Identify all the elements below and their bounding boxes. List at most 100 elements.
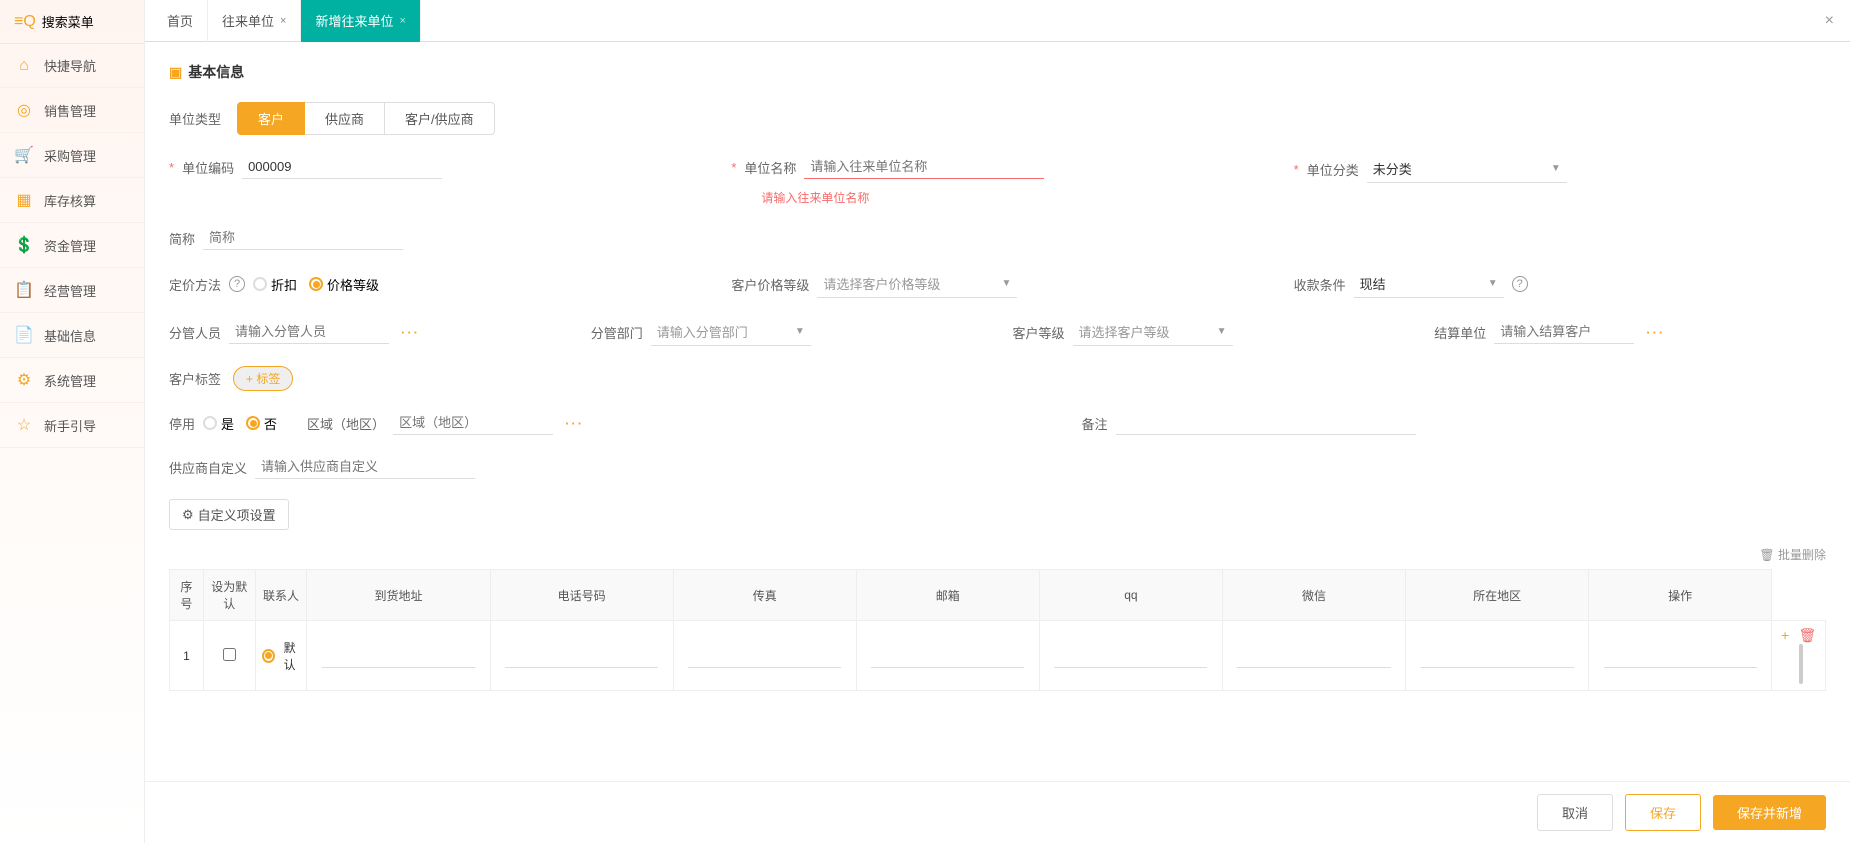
tab-partner-list-close[interactable]: × (280, 15, 286, 27)
region-input[interactable] (393, 411, 553, 435)
settle-unit-input[interactable] (1494, 320, 1634, 344)
cell-wechat[interactable] (1406, 621, 1589, 691)
pricing-method-help[interactable]: ? (229, 276, 245, 292)
cell-checkbox[interactable] (203, 621, 255, 691)
tab-partner-new-label: 新增往来单位 (315, 11, 393, 30)
tab-home[interactable]: 首页 (153, 0, 208, 42)
unit-name-input[interactable] (804, 155, 1044, 179)
unit-name-label: 单位名称 (744, 158, 796, 177)
radio-discount[interactable]: 折扣 (253, 275, 297, 294)
unit-category-select[interactable]: 未分类 ▼ (1367, 155, 1567, 183)
sidebar-item-label: 快捷导航 (44, 56, 96, 75)
dept-label: 分管部门 (591, 323, 643, 342)
cell-email[interactable] (1039, 621, 1222, 691)
cell-phone[interactable] (673, 621, 856, 691)
type-btn-customer[interactable]: 客户 (237, 102, 305, 135)
sidebar-item-label: 新手引导 (44, 416, 96, 435)
pricing-method-label: 定价方法 (169, 275, 221, 294)
tab-partner-list[interactable]: 往来单位 × (208, 0, 301, 42)
gear-icon-sm: ⚙ (182, 507, 194, 523)
address-input[interactable] (505, 644, 658, 668)
default-radio-circle (262, 649, 275, 663)
customer-level-select[interactable]: 请选择客户等级 ▼ (1073, 318, 1233, 346)
cell-qq[interactable] (1222, 621, 1405, 691)
cancel-button[interactable]: 取消 (1537, 794, 1613, 831)
cell-default: 默认 (255, 621, 307, 691)
region-dots[interactable]: ··· (561, 414, 588, 433)
col-region: 所在地区 (1406, 570, 1589, 621)
row-drag-handle[interactable] (1799, 644, 1803, 684)
contact-input[interactable] (322, 644, 475, 668)
sidebar-item-purchase-mgmt[interactable]: 🛒 采购管理 (0, 133, 144, 178)
email-input[interactable] (1054, 644, 1207, 668)
settle-unit-dots[interactable]: ··· (1642, 323, 1669, 342)
unit-code-input[interactable] (242, 155, 442, 179)
cell-contact[interactable] (307, 621, 490, 691)
tab-partner-new[interactable]: 新增往来单位 × (301, 0, 420, 42)
tab-partner-new-close[interactable]: × (399, 15, 405, 27)
cell-fax[interactable] (856, 621, 1039, 691)
customer-level-label: 客户等级 (1013, 323, 1065, 342)
sidebar: ≡Q 搜索菜单 ⌂ 快捷导航 ◎ 销售管理 🛒 采购管理 ▦ 库存核算 💲 资金… (0, 0, 145, 843)
region-table-input[interactable] (1604, 644, 1757, 668)
qq-input[interactable] (1237, 644, 1390, 668)
section-title-label: 基本信息 (188, 62, 244, 82)
dept-arrow: ▼ (795, 326, 805, 337)
section-icon: ▣ (169, 64, 182, 81)
sidebar-item-finance[interactable]: 💲 资金管理 (0, 223, 144, 268)
sidebar-item-label: 库存核算 (44, 191, 96, 210)
sidebar-search[interactable]: ≡Q 搜索菜单 (0, 0, 144, 44)
row-add-btn[interactable]: + (1781, 627, 1789, 643)
window-close-button[interactable]: × (1817, 8, 1842, 34)
sidebar-item-inventory[interactable]: ▦ 库存核算 (0, 178, 144, 223)
sidebar-item-quick-nav[interactable]: ⌂ 快捷导航 (0, 44, 144, 88)
save-button[interactable]: 保存 (1625, 794, 1701, 831)
type-btn-supplier[interactable]: 供应商 (305, 102, 385, 135)
cell-address[interactable] (490, 621, 673, 691)
type-btn-both[interactable]: 客户/供应商 (385, 102, 495, 135)
radio-price-level-circle (309, 277, 323, 291)
payment-terms-label: 收款条件 (1294, 275, 1346, 294)
table-header: 序号 设为默认 联系人 到货地址 电话号码 传真 邮箱 qq 微信 所在地区 操… (170, 570, 1826, 621)
short-name-input[interactable] (203, 226, 403, 250)
info-icon: 📄 (14, 325, 34, 345)
batch-delete-btn[interactable]: 🗑 批量删除 (1759, 548, 1826, 562)
bag-icon: 🛒 (14, 145, 34, 165)
customer-price-level-select[interactable]: 请选择客户价格等级 ▼ (817, 270, 1017, 298)
supplier-custom-input[interactable] (255, 455, 475, 479)
phone-input[interactable] (688, 644, 841, 668)
radio-disabled-yes[interactable]: 是 (203, 414, 234, 433)
tab-partner-list-label: 往来单位 (222, 11, 274, 30)
sidebar-item-newbie[interactable]: ☆ 新手引导 (0, 403, 144, 448)
dept-select[interactable]: 请输入分管部门 ▼ (651, 318, 811, 346)
radio-disabled-yes-circle (203, 416, 217, 430)
manager-input[interactable] (229, 320, 389, 344)
unit-name-error: 请输入往来单位名称 (731, 189, 869, 206)
row-checkbox[interactable] (223, 648, 236, 661)
sidebar-item-sys-mgmt[interactable]: ⚙ 系统管理 (0, 358, 144, 403)
sidebar-item-base-info[interactable]: 📄 基础信息 (0, 313, 144, 358)
payment-terms-help[interactable]: ? (1512, 276, 1528, 292)
save-new-button[interactable]: 保存并新增 (1713, 795, 1826, 830)
sidebar-item-ops-mgmt[interactable]: 📋 经营管理 (0, 268, 144, 313)
row-del-btn[interactable]: 🗑 (1798, 627, 1816, 643)
radio-price-level[interactable]: 价格等级 (309, 275, 379, 294)
form-content: ▣ 基本信息 单位类型 客户 供应商 客户/供应商 * 单位编码 (145, 42, 1850, 781)
cell-no: 1 (170, 621, 204, 691)
cell-actions: + 🗑 (1772, 621, 1826, 691)
payment-terms-select[interactable]: 现结 ▼ (1354, 270, 1504, 298)
fax-input[interactable] (871, 644, 1024, 668)
custom-settings-button[interactable]: ⚙ 自定义项设置 (169, 499, 289, 530)
default-radio[interactable]: 默认 (262, 639, 301, 673)
manager-dots[interactable]: ··· (397, 323, 424, 342)
search-icon: ≡Q (14, 13, 36, 31)
remark-input[interactable] (1116, 411, 1416, 435)
radio-disabled-no[interactable]: 否 (246, 414, 277, 433)
cell-region[interactable] (1589, 621, 1772, 691)
wechat-input[interactable] (1421, 644, 1574, 668)
unit-type-buttons: 客户 供应商 客户/供应商 (237, 102, 495, 135)
region-label: 区域（地区） (307, 414, 385, 433)
sidebar-item-sales-mgmt[interactable]: ◎ 销售管理 (0, 88, 144, 133)
add-tag-button[interactable]: + 标签 (233, 366, 293, 391)
radio-discount-label: 折扣 (271, 275, 297, 294)
